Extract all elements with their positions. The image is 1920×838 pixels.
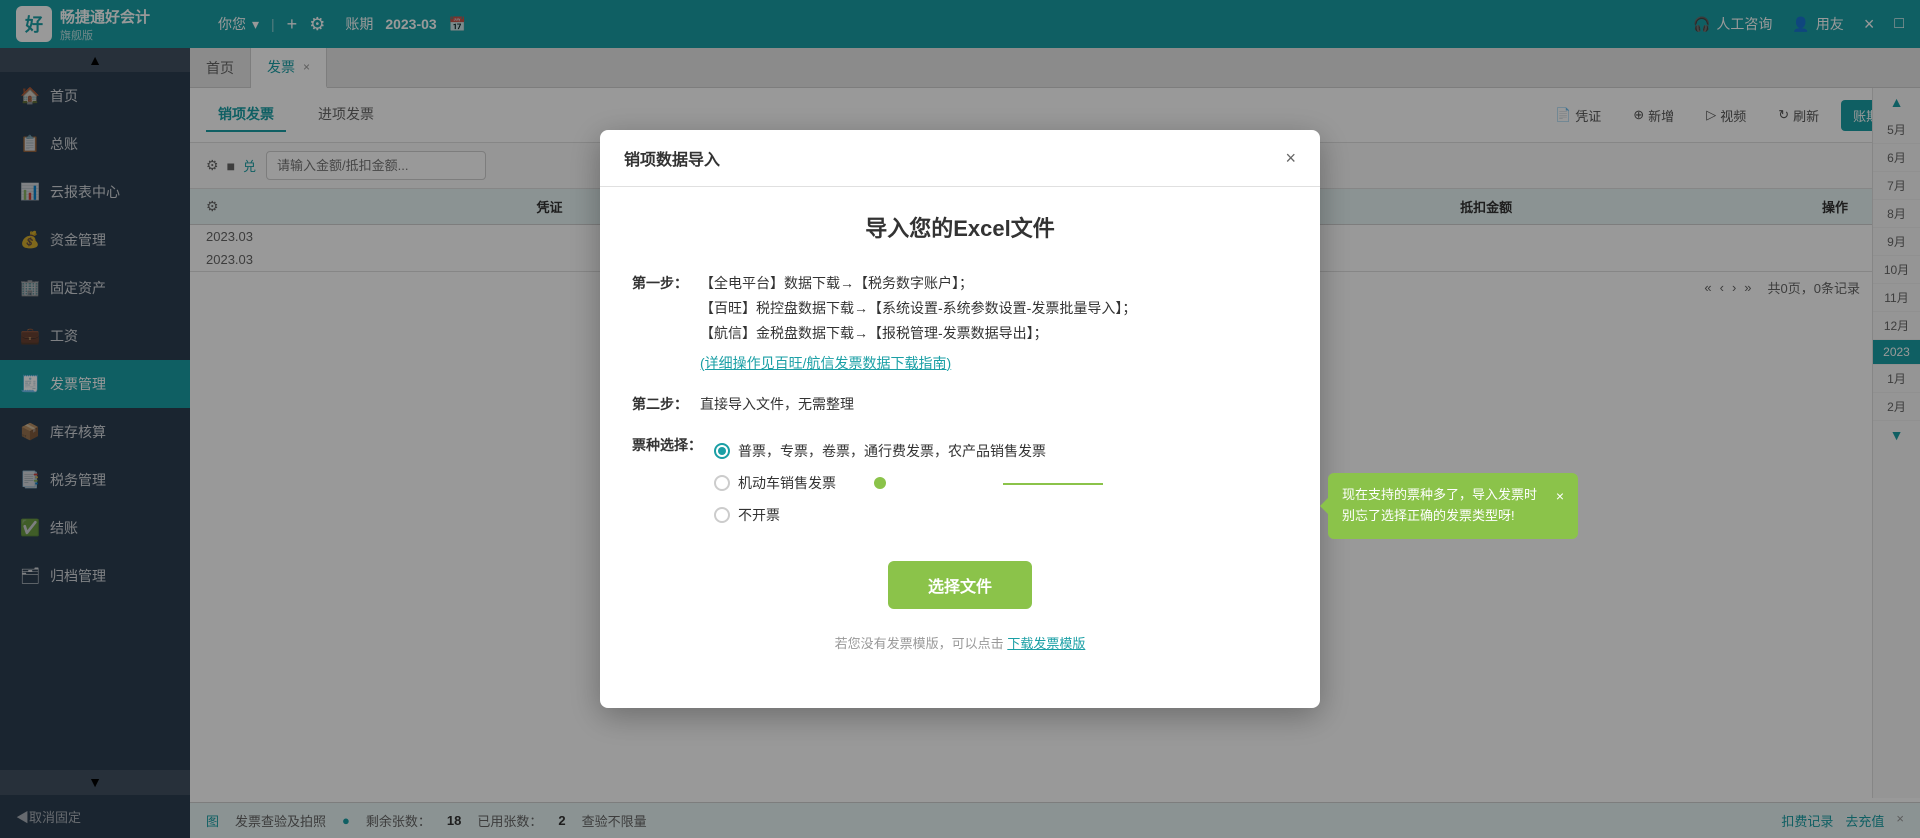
tooltip-dot [874,477,886,489]
modal-title: 销项数据导入 [624,146,720,170]
step1-content: 【全电平台】数据下载→【税务数字账户】； 【百旺】税控盘数据下载→【系统设置-系… [700,271,1136,376]
tooltip-popup: × 现在支持的票种多了，导入发票时别忘了选择正确的发票类型呀! [1328,473,1578,539]
select-file-btn[interactable]: 选择文件 [888,561,1032,609]
modal-main-title: 导入您的Excel文件 [632,211,1288,243]
radio-group: 普票，专票，卷票，通行费发票，农产品销售发票 机动车销售发票 不开票 [714,441,1046,537]
step2-row: 第二步： 直接导入文件，无需整理 [632,392,1288,417]
step1-row: 第一步： 【全电平台】数据下载→【税务数字账户】； 【百旺】税控盘数据下载→【系… [632,271,1288,376]
tooltip-close-btn[interactable]: × [1556,485,1564,507]
step2-label: 第二步： [632,392,688,414]
radio-label-3: 不开票 [738,505,780,525]
tooltip-text: 现在支持的票种多了，导入发票时别忘了选择正确的发票类型呀! [1342,487,1537,523]
radio-btn-2[interactable] [714,475,730,491]
modal-close-btn[interactable]: × [1285,148,1296,169]
tooltip-arrow [1320,498,1328,514]
ticket-label: 票种选择： [632,433,702,455]
step1-line-1: 【全电平台】数据下载→【税务数字账户】； [700,271,1136,296]
download-template-link[interactable]: 下载发票模版 [1007,636,1085,651]
import-modal: 销项数据导入 × 导入您的Excel文件 第一步： 【全电平台】数据下载→【税务… [600,130,1320,708]
step1-line-2: 【百旺】税控盘数据下载→【系统设置-系统参数设置-发票批量导入】； [700,296,1136,321]
radio-label-2: 机动车销售发票 [738,473,836,493]
modal-overlay[interactable]: 销项数据导入 × 导入您的Excel文件 第一步： 【全电平台】数据下载→【税务… [0,0,1920,838]
modal-footer: 若您没有发票模版，可以点击 下载发票模版 [632,633,1288,652]
radio-item-1: 普票，专票，卷票，通行费发票，农产品销售发票 [714,441,1046,461]
step1-label: 第一步： [632,271,688,293]
modal-header: 销项数据导入 × [600,130,1320,187]
ticket-type-row: 票种选择： 普票，专票，卷票，通行费发票，农产品销售发票 机动车销售发票 [632,433,1288,537]
step1-line-3: 【航信】金税盘数据下载→【报税管理-发票数据导出】； [700,321,1136,346]
radio-label-1: 普票，专票，卷票，通行费发票，农产品销售发票 [738,441,1046,461]
modal-body: 导入您的Excel文件 第一步： 【全电平台】数据下载→【税务数字账户】； 【百… [600,187,1320,676]
radio-btn-3[interactable] [714,507,730,523]
radio-item-2: 机动车销售发票 [714,473,1046,493]
footer-text: 若您没有发票模版，可以点击 [835,636,1004,651]
radio-btn-1[interactable] [714,443,730,459]
radio-item-3: 不开票 [714,505,1046,525]
step2-content: 直接导入文件，无需整理 [700,392,854,417]
guide-link[interactable]: (详细操作见百旺/航信发票数据下载指南) [700,355,951,371]
tooltip-connector-line [1003,483,1103,485]
